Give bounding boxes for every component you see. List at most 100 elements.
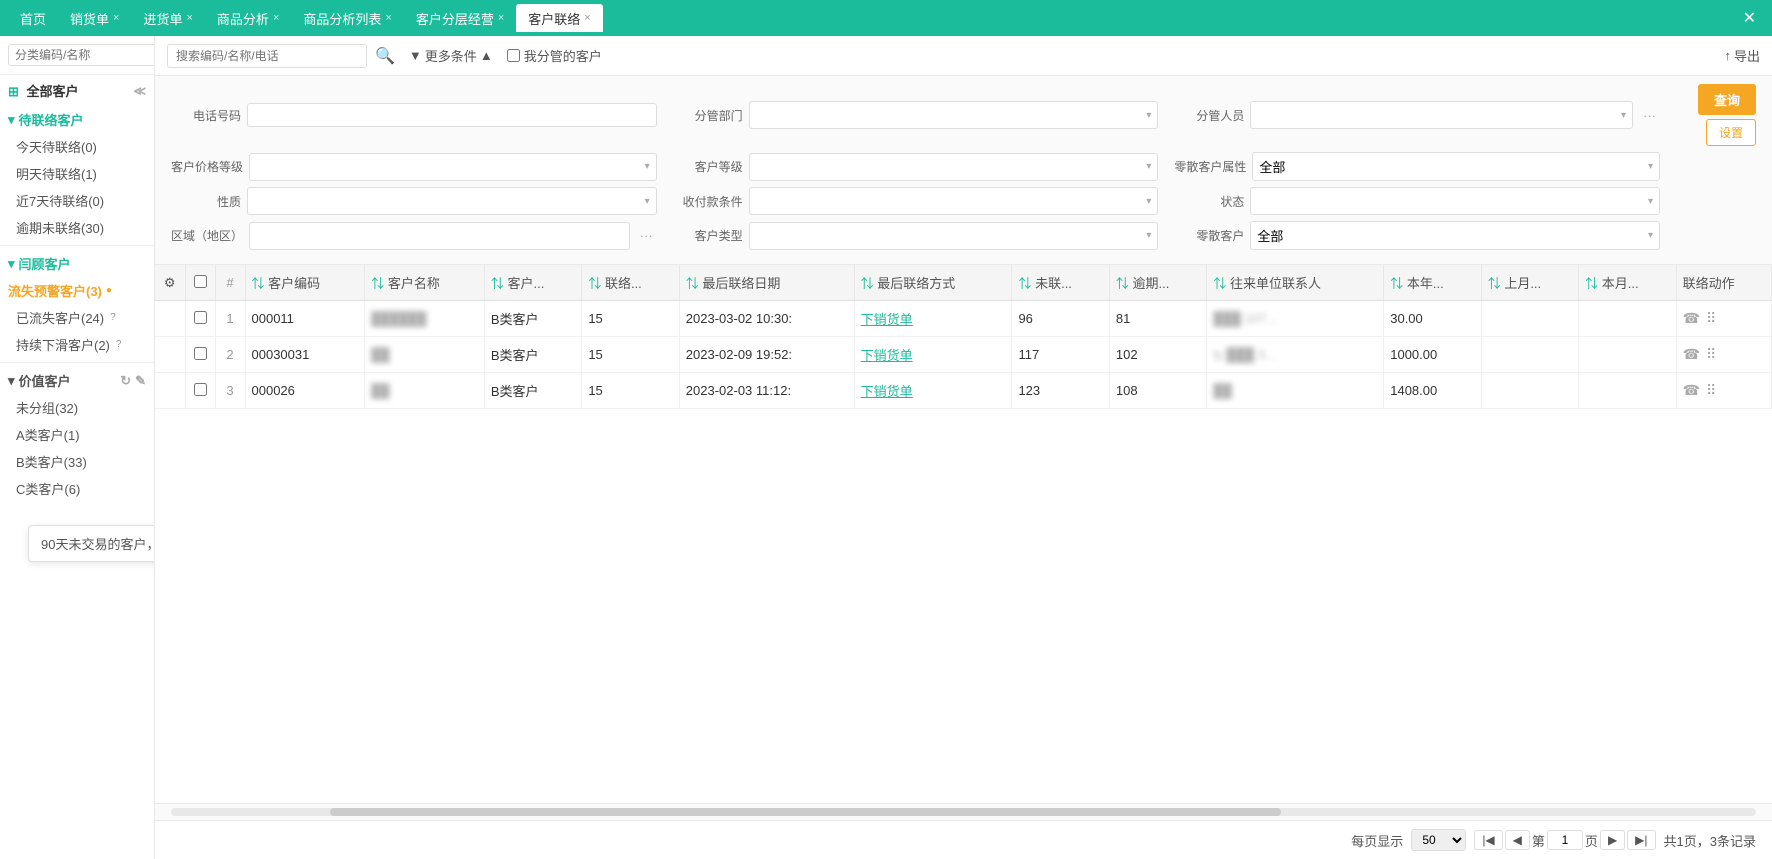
col-last-date[interactable]: ⇅ 最后联络日期 bbox=[679, 265, 854, 301]
tab-product-analysis-list[interactable]: 商品分析列表 × bbox=[291, 4, 403, 32]
next-page-button[interactable]: ▶ bbox=[1600, 830, 1625, 850]
col-checkbox[interactable] bbox=[185, 265, 215, 301]
close-product-analysis-list-tab[interactable]: × bbox=[385, 12, 391, 24]
query-button[interactable]: 查询 bbox=[1698, 84, 1756, 115]
page-number-input[interactable] bbox=[1547, 830, 1583, 850]
status-select[interactable]: ▾ bbox=[1250, 187, 1660, 215]
col-last-method[interactable]: ⇅ 最后联络方式 bbox=[854, 265, 1012, 301]
sort-icon7: ⇅ bbox=[1018, 276, 1031, 291]
per-page-select[interactable]: 50 100 bbox=[1411, 829, 1466, 851]
phone-input[interactable] bbox=[247, 103, 657, 127]
search-button[interactable]: 🔍 bbox=[375, 46, 395, 66]
sidebar-section-pending[interactable]: ▾ 待联络客户 bbox=[0, 106, 154, 133]
action-more-icon[interactable]: ⠿ bbox=[1706, 310, 1716, 327]
tab-sales[interactable]: 销货单 × bbox=[58, 4, 131, 32]
tab-home[interactable]: 首页 bbox=[8, 9, 58, 28]
sidebar-item-ungrouped[interactable]: 未分组(32) bbox=[0, 394, 154, 421]
close-customer-tier-tab[interactable]: × bbox=[498, 12, 504, 24]
more-conditions-button[interactable]: ▼ 更多条件 ▲ bbox=[403, 42, 499, 69]
cell-last-method[interactable]: 下销货单 bbox=[854, 373, 1012, 409]
tab-purchase[interactable]: 进货单 × bbox=[131, 4, 204, 32]
close-customer-contact-tab[interactable]: × bbox=[584, 12, 590, 24]
window-close-button[interactable]: ✕ bbox=[1735, 8, 1764, 28]
col-this-month[interactable]: ⇅ 本月... bbox=[1579, 265, 1676, 301]
customer-level-select[interactable]: ▾ bbox=[749, 153, 1159, 181]
horizontal-scrollbar[interactable] bbox=[155, 803, 1772, 820]
manager-dots[interactable]: ··· bbox=[1639, 108, 1660, 123]
nature-select[interactable]: ▾ bbox=[247, 187, 657, 215]
sidebar-section-value[interactable]: ▾ 价值客户 ↻ ✎ bbox=[0, 367, 154, 394]
cell-last-method[interactable]: 下销货单 bbox=[854, 301, 1012, 337]
my-customers-checkbox-label[interactable]: 我分管的客户 bbox=[507, 46, 602, 65]
action-contact-icon[interactable]: ☎ bbox=[1683, 382, 1700, 399]
sidebar-item-declining[interactable]: 持续下滑客户(2) ? bbox=[0, 331, 154, 358]
close-product-analysis-tab[interactable]: × bbox=[273, 12, 279, 24]
cell-contact: 15 bbox=[582, 373, 679, 409]
region-dots[interactable]: ··· bbox=[636, 228, 657, 243]
sidebar-item-class-a[interactable]: A类客户(1) bbox=[0, 421, 154, 448]
customers-table: ⚙ # ⇅ 客户编码 ⇅ 客户名称 ⇅ 客户... ⇅ 联络... ⇅ 最后联络… bbox=[155, 265, 1772, 409]
action-contact-icon[interactable]: ☎ bbox=[1683, 346, 1700, 363]
cell-checkbox[interactable] bbox=[185, 301, 215, 337]
sidebar-item-overdue[interactable]: 逾期未联络(30) bbox=[0, 214, 154, 241]
sidebar-item-7days[interactable]: 近7天待联络(0) bbox=[0, 187, 154, 214]
col-overdue[interactable]: ⇅ 逾期... bbox=[1109, 265, 1206, 301]
search-input[interactable] bbox=[167, 44, 367, 68]
sidebar-item-churn-warning[interactable]: 流失预警客户(3) ● bbox=[0, 277, 154, 304]
zero-customer-select[interactable]: 全部▾ bbox=[1250, 221, 1660, 250]
action-contact-icon[interactable]: ☎ bbox=[1683, 310, 1700, 327]
scrollbar-thumb[interactable] bbox=[330, 808, 1281, 816]
cell-contact-person: ██ bbox=[1207, 373, 1384, 409]
cell-checkbox[interactable] bbox=[185, 337, 215, 373]
last-page-button[interactable]: ▶| bbox=[1627, 830, 1655, 850]
sidebar-search-area: 🔍 bbox=[0, 36, 154, 75]
tab-customer-tier[interactable]: 客户分层经营 × bbox=[404, 4, 516, 32]
first-page-button[interactable]: |◀ bbox=[1474, 830, 1502, 850]
col-code[interactable]: ⇅ 客户编码 bbox=[245, 265, 365, 301]
sidebar-search-input[interactable] bbox=[8, 44, 155, 66]
export-button[interactable]: ↑ 导出 bbox=[1724, 46, 1760, 65]
price-level-label: 客户价格等级 bbox=[171, 158, 243, 175]
dept-select[interactable]: ▾ bbox=[749, 101, 1159, 129]
settings-button[interactable]: 设置 bbox=[1706, 119, 1756, 146]
cell-code: 00030031 bbox=[245, 337, 365, 373]
customer-type-select[interactable]: ▾ bbox=[749, 222, 1159, 250]
zero-attr-select[interactable]: 全部▾ bbox=[1252, 152, 1660, 181]
manager-select[interactable]: ▾ bbox=[1250, 101, 1633, 129]
prev-page-button[interactable]: ◀ bbox=[1505, 830, 1530, 850]
col-contact-person[interactable]: ⇅ 往来单位联系人 bbox=[1207, 265, 1384, 301]
payment-select[interactable]: ▾ bbox=[749, 187, 1159, 215]
col-contact[interactable]: ⇅ 联络... bbox=[582, 265, 679, 301]
all-customers-header[interactable]: ⊞ 全部客户 ≪ bbox=[0, 75, 154, 106]
sidebar-item-today[interactable]: 今天待联络(0) bbox=[0, 133, 154, 160]
adv-filter-customer-type: 客户类型 ▾ bbox=[673, 222, 1159, 250]
total-records-label: 共1页，3条记录 bbox=[1664, 831, 1756, 850]
col-this-year[interactable]: ⇅ 本年... bbox=[1384, 265, 1481, 301]
sidebar-item-already-churned[interactable]: 已流失客户(24) ? bbox=[0, 304, 154, 331]
action-more-icon[interactable]: ⠿ bbox=[1706, 346, 1716, 363]
close-purchase-tab[interactable]: × bbox=[186, 12, 192, 24]
cell-last-method[interactable]: 下销货单 bbox=[854, 337, 1012, 373]
sidebar-item-class-b[interactable]: B类客户(33) bbox=[0, 448, 154, 475]
col-type[interactable]: ⇅ 客户... bbox=[484, 265, 581, 301]
select-all-checkbox[interactable] bbox=[194, 275, 207, 288]
arrow-down-icon-2: ▾ bbox=[8, 373, 15, 389]
sidebar-item-tomorrow[interactable]: 明天待联络(1) bbox=[0, 160, 154, 187]
close-sales-tab[interactable]: × bbox=[113, 12, 119, 24]
cell-checkbox[interactable] bbox=[185, 373, 215, 409]
col-last-month[interactable]: ⇅ 上月... bbox=[1481, 265, 1578, 301]
price-level-select[interactable]: ▾ bbox=[249, 153, 657, 181]
tab-product-analysis[interactable]: 商品分析 × bbox=[205, 4, 291, 32]
my-customers-checkbox[interactable] bbox=[507, 49, 520, 62]
action-more-icon[interactable]: ⠿ bbox=[1706, 382, 1716, 399]
tab-customer-contact[interactable]: 客户联络 × bbox=[516, 4, 602, 32]
cell-last-month bbox=[1481, 337, 1578, 373]
col-settings[interactable]: ⚙ bbox=[155, 265, 185, 301]
col-uncontacted[interactable]: ⇅ 未联... bbox=[1012, 265, 1109, 301]
region-select[interactable] bbox=[249, 222, 630, 250]
sidebar-item-class-c[interactable]: C类客户(6) bbox=[0, 475, 154, 502]
cell-last-month bbox=[1481, 373, 1578, 409]
sidebar-section-yan[interactable]: ▾ 闫顾客户 bbox=[0, 250, 154, 277]
cell-this-year: 30.00 bbox=[1384, 301, 1481, 337]
col-name[interactable]: ⇅ 客户名称 bbox=[365, 265, 485, 301]
